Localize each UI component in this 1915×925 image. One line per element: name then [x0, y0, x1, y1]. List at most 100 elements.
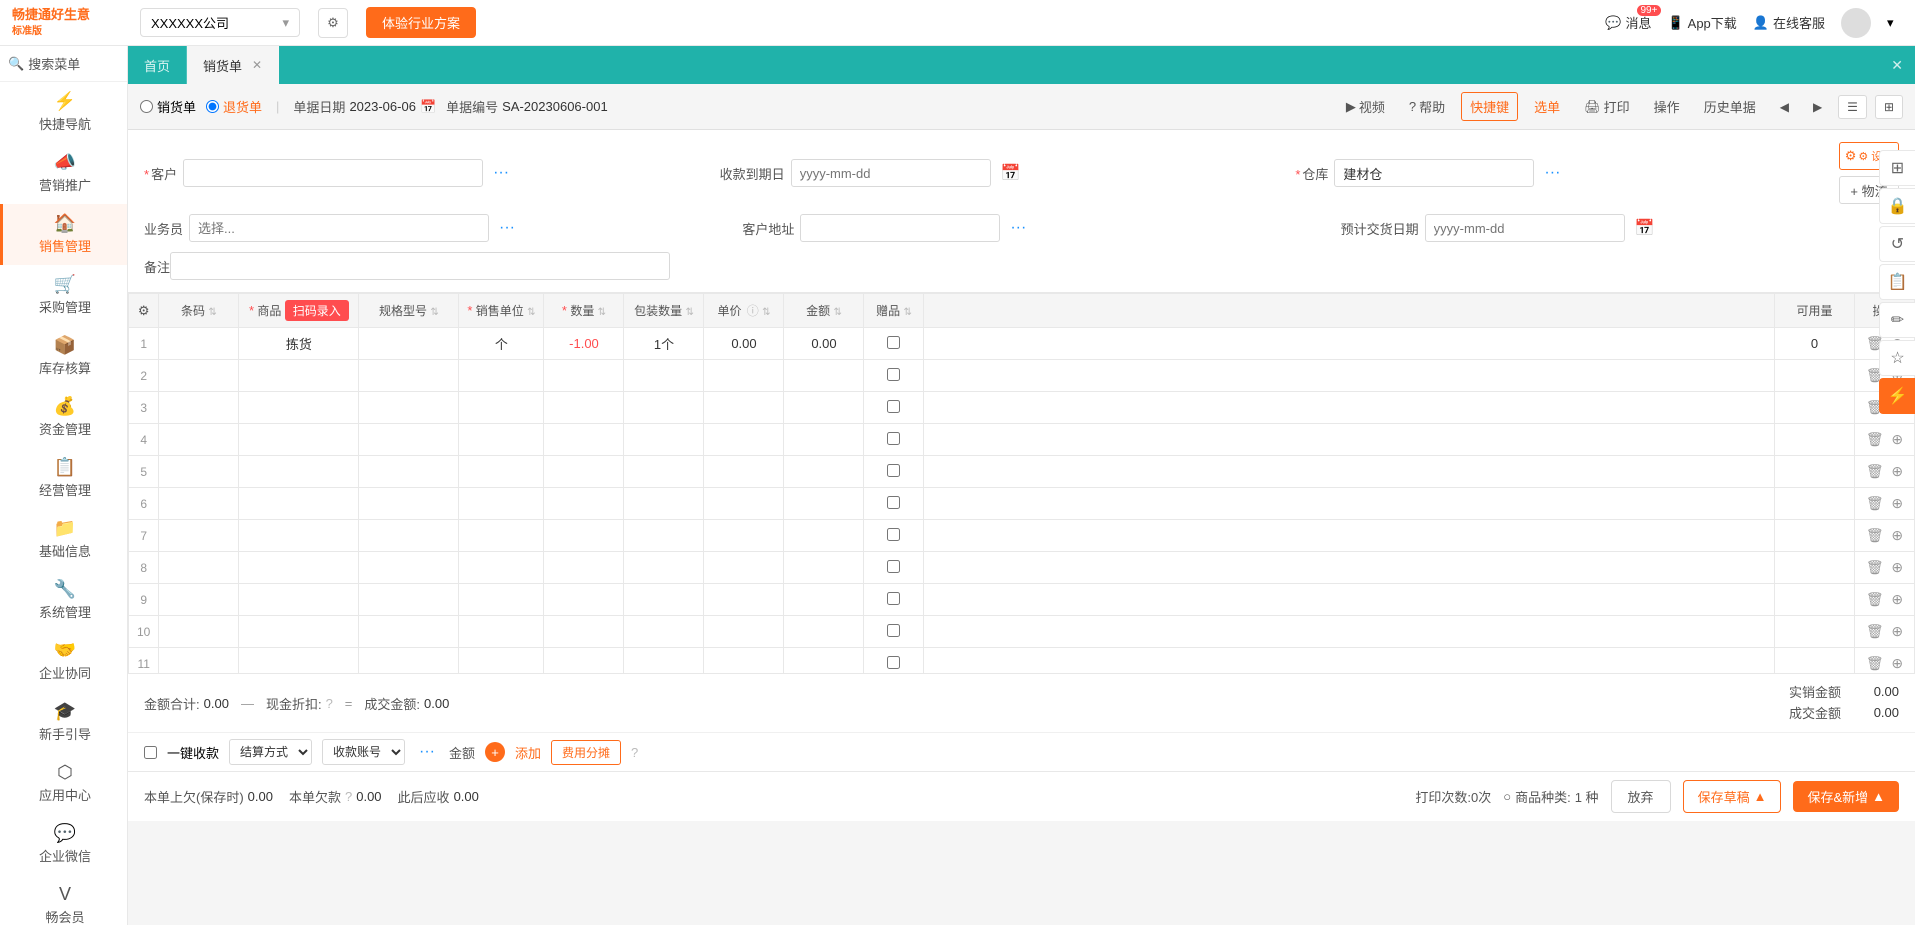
gift-checkbox-10[interactable]: [887, 656, 900, 669]
sidebar-item-10[interactable]: 🎓新手引导: [0, 692, 127, 753]
gift-checkbox-0[interactable]: [887, 336, 900, 349]
gift-checkbox-7[interactable]: [887, 560, 900, 573]
sidebar-item-3[interactable]: 🛒采购管理: [0, 265, 127, 326]
settings-icon[interactable]: ⚙: [318, 8, 348, 38]
float-button-1[interactable]: ⊞: [1879, 150, 1915, 186]
delete-row-button-10[interactable]: 🗑: [1864, 655, 1886, 672]
copy-row-button-8[interactable]: ⊕: [1889, 591, 1905, 608]
radio-sales-order[interactable]: 销货单: [140, 97, 196, 116]
payment-expand-icon[interactable]: ···: [415, 743, 439, 761]
tab-close-icon[interactable]: ✕: [252, 58, 262, 72]
float-button-5[interactable]: ✏: [1879, 302, 1915, 338]
nav-prev-button[interactable]: ◀: [1772, 96, 1797, 118]
sidebar-item-4[interactable]: 📦库存核算: [0, 326, 127, 387]
delete-row-button-3[interactable]: 🗑: [1864, 431, 1886, 448]
sidebar-item-8[interactable]: 🔧系统管理: [0, 570, 127, 631]
sidebar-item-11[interactable]: ⬡应用中心: [0, 753, 127, 814]
gift-checkbox-8[interactable]: [887, 592, 900, 605]
delete-row-button-8[interactable]: 🗑: [1864, 591, 1886, 608]
app-download-button[interactable]: 📱 App下载: [1667, 13, 1736, 32]
warehouse-expand-icon[interactable]: ···: [1540, 164, 1564, 182]
gift-checkbox-2[interactable]: [887, 400, 900, 413]
save-draft-button[interactable]: 保存草稿 ▲: [1683, 780, 1782, 813]
customer-addr-input[interactable]: [800, 214, 1000, 242]
warehouse-input[interactable]: [1334, 159, 1534, 187]
save-new-button[interactable]: 保存&新增 ▲: [1793, 781, 1899, 812]
message-button[interactable]: 💬 消息 99+: [1605, 13, 1651, 32]
col-settings[interactable]: ⚙: [129, 294, 159, 328]
avatar[interactable]: [1841, 8, 1871, 38]
float-button-4[interactable]: 📋: [1879, 264, 1915, 300]
delete-row-button-5[interactable]: 🗑: [1864, 495, 1886, 512]
avatar-expand[interactable]: ▾: [1887, 8, 1903, 38]
payment-method-select[interactable]: 结算方式: [229, 739, 312, 765]
sidebar-item-6[interactable]: 📋经营管理: [0, 448, 127, 509]
delete-row-button-9[interactable]: 🗑: [1864, 623, 1886, 640]
copy-row-button-3[interactable]: ⊕: [1889, 431, 1905, 448]
gift-checkbox-5[interactable]: [887, 496, 900, 509]
view-list-button[interactable]: ☰: [1838, 95, 1867, 119]
add-payment-button[interactable]: +: [485, 742, 505, 762]
copy-row-button-6[interactable]: ⊕: [1889, 527, 1905, 544]
float-button-2[interactable]: 🔒: [1879, 188, 1915, 224]
float-button-6[interactable]: ☆: [1879, 340, 1915, 376]
sidebar-item-13[interactable]: V畅会员: [0, 875, 127, 925]
copy-row-button-7[interactable]: ⊕: [1889, 559, 1905, 576]
delete-row-button-6[interactable]: 🗑: [1864, 527, 1886, 544]
online-service-button[interactable]: 👤 在线客服: [1753, 13, 1825, 32]
sidebar-item-9[interactable]: 🤝企业协同: [0, 631, 127, 692]
float-button-3[interactable]: ↺: [1879, 226, 1915, 262]
gift-checkbox-4[interactable]: [887, 464, 900, 477]
fee-help-icon[interactable]: ?: [631, 745, 638, 760]
operation-button[interactable]: 操作: [1646, 93, 1688, 120]
gift-checkbox-1[interactable]: [887, 368, 900, 381]
notes-input[interactable]: [170, 252, 670, 280]
col-settings-icon[interactable]: ⚙: [138, 303, 150, 318]
close-all-icon[interactable]: ✕: [1891, 57, 1903, 74]
copy-row-button-4[interactable]: ⊕: [1889, 463, 1905, 480]
help-button[interactable]: ? 帮助: [1401, 93, 1453, 120]
select-button[interactable]: 选单: [1526, 93, 1568, 120]
trial-button[interactable]: 体验行业方案: [366, 7, 476, 38]
shortcut-button[interactable]: 快捷键: [1461, 92, 1518, 121]
tab-sales-order[interactable]: 销货单 ✕: [187, 46, 279, 84]
gift-checkbox-3[interactable]: [887, 432, 900, 445]
due-date-calendar-icon[interactable]: 📅: [997, 163, 1025, 183]
due-date-input[interactable]: [791, 159, 991, 187]
sidebar-item-2[interactable]: 🏠销售管理: [0, 204, 127, 265]
copy-row-button-9[interactable]: ⊕: [1889, 623, 1905, 640]
calendar-icon[interactable]: 📅: [420, 99, 436, 115]
history-button[interactable]: 历史单据: [1696, 93, 1764, 120]
fee-split-button[interactable]: 费用分摊: [551, 740, 621, 765]
company-selector[interactable]: XXXXXX公司 ▾: [140, 8, 300, 37]
video-button[interactable]: ▶ 视频: [1338, 93, 1393, 120]
customer-addr-expand-icon[interactable]: ···: [1006, 219, 1030, 237]
gift-checkbox-9[interactable]: [887, 624, 900, 637]
abandon-button[interactable]: 放弃: [1611, 780, 1671, 813]
one-click-payment-checkbox[interactable]: [144, 746, 157, 759]
scan-button[interactable]: 扫码录入: [285, 300, 349, 321]
debt-help-icon[interactable]: ?: [345, 789, 352, 804]
radio-return-order[interactable]: 退货单: [206, 97, 262, 116]
copy-row-button-5[interactable]: ⊕: [1889, 495, 1905, 512]
delete-row-button-7[interactable]: 🗑: [1864, 559, 1886, 576]
sidebar-item-5[interactable]: 💰资金管理: [0, 387, 127, 448]
sidebar-search[interactable]: 🔍 搜索菜单: [0, 46, 127, 82]
print-button[interactable]: 🖨 打印: [1576, 93, 1638, 120]
view-grid-button[interactable]: ⊞: [1875, 95, 1903, 119]
sidebar-item-1[interactable]: 📣营销推广: [0, 143, 127, 204]
nav-next-button[interactable]: ▶: [1805, 96, 1830, 118]
salesman-expand-icon[interactable]: ···: [495, 219, 519, 237]
tab-home[interactable]: 首页: [128, 46, 187, 84]
gift-checkbox-6[interactable]: [887, 528, 900, 541]
float-button-7[interactable]: ⚡: [1879, 378, 1915, 414]
customer-expand-icon[interactable]: ···: [489, 164, 513, 182]
expected-date-calendar-icon[interactable]: 📅: [1631, 218, 1659, 238]
payment-account-select[interactable]: 收款账号: [322, 739, 405, 765]
sidebar-item-7[interactable]: 📁基础信息: [0, 509, 127, 570]
salesman-input[interactable]: [189, 214, 489, 242]
sidebar-item-12[interactable]: 💬企业微信: [0, 814, 127, 875]
delete-row-button-4[interactable]: 🗑: [1864, 463, 1886, 480]
sidebar-item-0[interactable]: ⚡快捷导航: [0, 82, 127, 143]
cash-discount-help-icon[interactable]: ?: [326, 696, 333, 711]
